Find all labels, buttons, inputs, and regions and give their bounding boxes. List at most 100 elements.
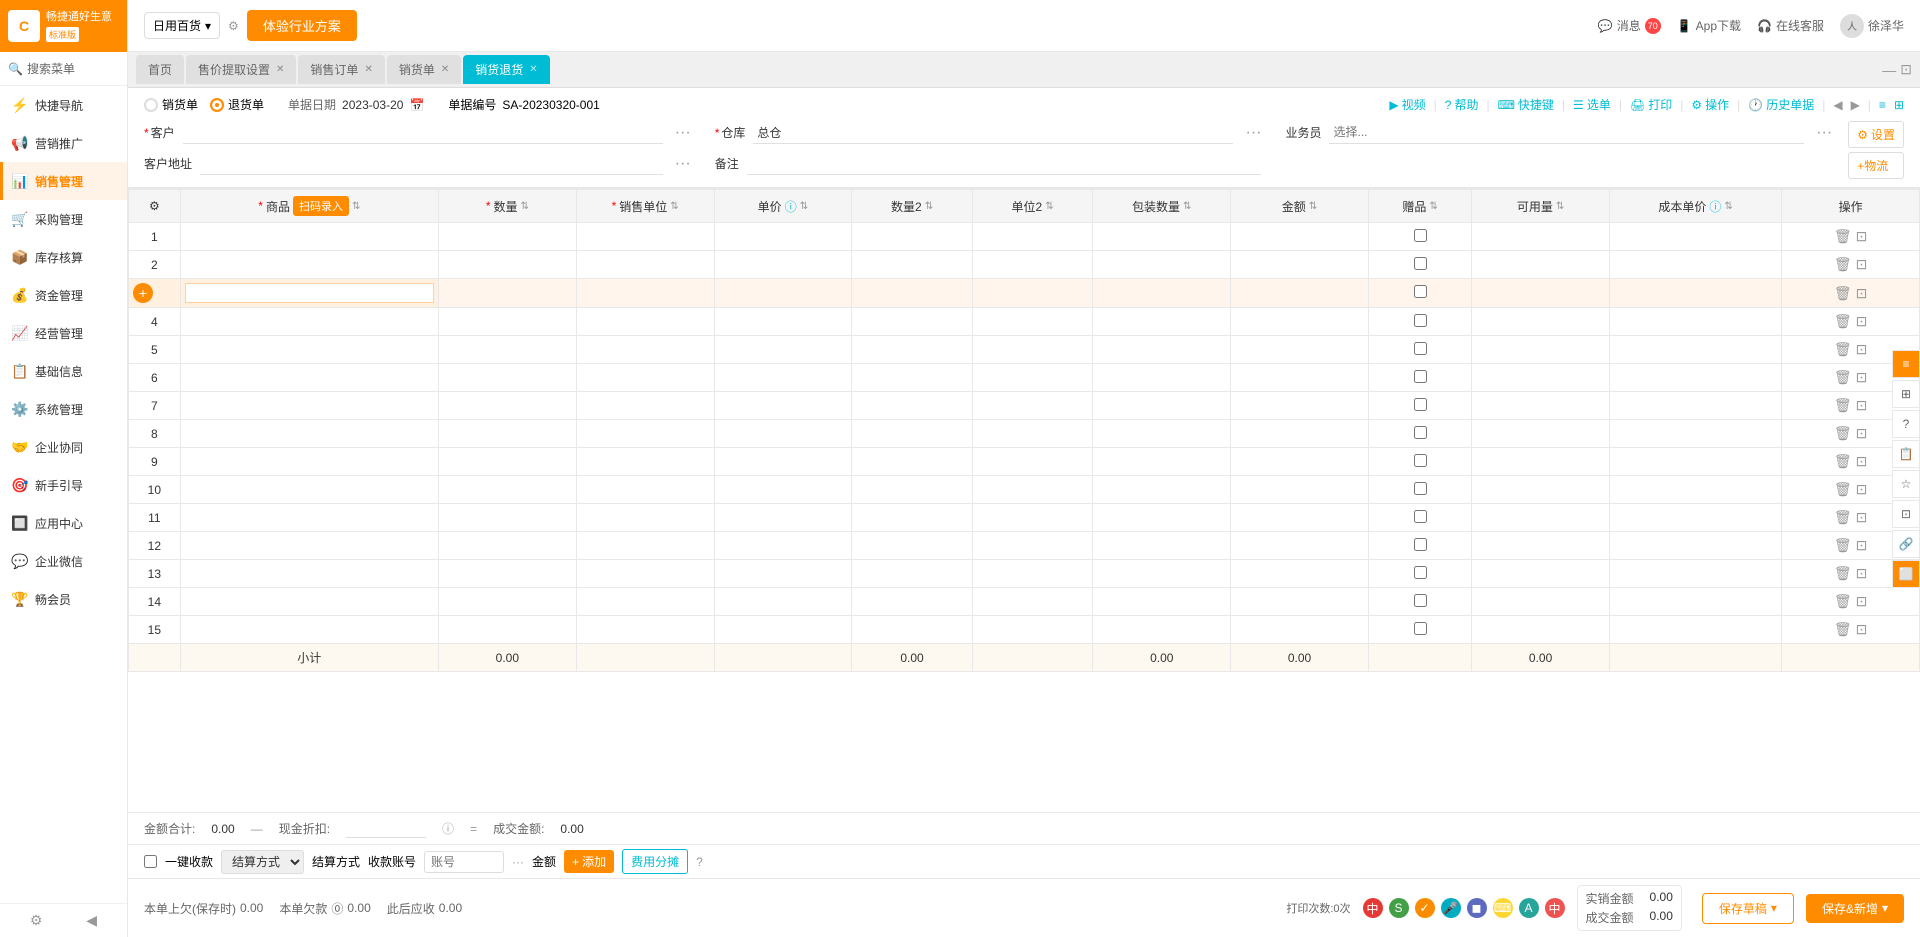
col-gear[interactable]: ⚙ (129, 190, 181, 223)
copy-row-icon[interactable]: ⊡ (1856, 285, 1868, 302)
save-new-button[interactable]: 保存&新增 ▾ (1806, 894, 1904, 923)
gift-checkbox[interactable] (1414, 257, 1427, 270)
settings-icon[interactable]: ⚙ (228, 19, 239, 33)
amount-cell[interactable] (1231, 251, 1369, 279)
action-history[interactable]: 🕐 历史单据 (1748, 96, 1814, 113)
product-cell[interactable] (180, 251, 438, 279)
warehouse-input[interactable] (753, 121, 1233, 144)
prev-record-icon[interactable]: ◀ (1833, 98, 1842, 112)
right-tool-favorite[interactable]: ☆ (1892, 470, 1920, 498)
sidebar-item-quick-nav[interactable]: ⚡ 快捷导航 (0, 86, 127, 124)
quantity-cell[interactable] (438, 223, 576, 251)
user-profile[interactable]: 人 徐泽华 (1840, 14, 1904, 38)
gift-checkbox[interactable] (1414, 426, 1427, 439)
gift-cell[interactable] (1368, 251, 1471, 279)
discount-info-icon[interactable]: ⓘ (442, 820, 454, 837)
copy-row-icon[interactable]: ⊡ (1856, 228, 1868, 245)
gift-checkbox[interactable] (1414, 398, 1427, 411)
unit2-cell-active[interactable] (972, 279, 1093, 308)
product-cell-active[interactable] (180, 279, 438, 308)
calculation-method-select[interactable]: 结算方式 (221, 850, 304, 874)
delete-row-icon[interactable]: 🗑 (1834, 481, 1852, 498)
sidebar-item-guide[interactable]: 🎯 新手引导 (0, 466, 127, 504)
warehouse-selector[interactable]: ··· (1245, 124, 1261, 142)
gift-checkbox[interactable] (1414, 538, 1427, 551)
action-help[interactable]: ? 帮助 (1445, 96, 1479, 113)
sidebar-item-app-center[interactable]: 🔲 应用中心 (0, 504, 127, 542)
sales-unit-cell-active[interactable] (576, 279, 714, 308)
cost-price-cell[interactable] (1609, 223, 1781, 251)
copy-row-icon[interactable]: ⊡ (1856, 593, 1868, 610)
right-tool-expand[interactable]: ⊡ (1892, 500, 1920, 528)
delete-row-icon[interactable]: 🗑 (1834, 369, 1852, 386)
sidebar-item-purchase[interactable]: 🛒 采购管理 (0, 200, 127, 238)
sidebar-item-inventory[interactable]: 📦 库存核算 (0, 238, 127, 276)
unit-price-cell-active[interactable] (714, 279, 852, 308)
sort-unit-price-icon[interactable]: ⇅ (800, 201, 808, 212)
tab-price-settings[interactable]: 售价提取设置 ✕ (186, 55, 296, 84)
sys-icon-7[interactable]: A (1519, 898, 1539, 918)
sort-quantity2-icon[interactable]: ⇅ (925, 201, 933, 212)
right-tool-table-view[interactable]: ≡ (1892, 350, 1920, 378)
copy-row-icon[interactable]: ⊡ (1856, 453, 1868, 470)
copy-row-icon[interactable]: ⊡ (1856, 313, 1868, 330)
delete-row-icon[interactable]: 🗑 (1834, 256, 1852, 273)
discount-input[interactable] (346, 819, 426, 838)
gift-checkbox[interactable] (1414, 622, 1427, 635)
sidebar-search[interactable]: 🔍 搜索菜单 (0, 52, 127, 86)
sales-unit-cell[interactable] (576, 223, 714, 251)
remark-input[interactable] (747, 152, 1262, 175)
quantity2-cell[interactable] (852, 251, 973, 279)
unit-price-info-icon[interactable]: ⓘ (785, 198, 797, 215)
action-select[interactable]: ☰ 选单 (1573, 96, 1611, 113)
sidebar-item-wechat[interactable]: 💬 企业微信 (0, 542, 127, 580)
delete-row-icon[interactable]: 🗑 (1834, 537, 1852, 554)
sidebar-item-member[interactable]: 🏆 畅会员 (0, 580, 127, 618)
sort-unit2-icon[interactable]: ⇅ (1045, 201, 1053, 212)
sidebar-item-enterprise[interactable]: 🤝 企业协同 (0, 428, 127, 466)
staff-input[interactable] (1329, 121, 1804, 144)
right-tool-help[interactable]: ? (1892, 410, 1920, 438)
gift-checkbox[interactable] (1414, 510, 1427, 523)
quantity2-cell-active[interactable] (852, 279, 973, 308)
sidebar-item-finance[interactable]: 💰 资金管理 (0, 276, 127, 314)
next-record-icon[interactable]: ▶ (1851, 98, 1860, 112)
package-qty-cell-active[interactable] (1093, 279, 1231, 308)
copy-row-icon[interactable]: ⊡ (1856, 341, 1868, 358)
save-draft-button[interactable]: 保存草稿 ▾ (1702, 893, 1794, 924)
sort-gift-icon[interactable]: ⇅ (1429, 201, 1437, 212)
sys-icon-3[interactable]: ✓ (1415, 898, 1435, 918)
collapse-sidebar-icon[interactable]: ◀ (86, 912, 97, 929)
gift-checkbox[interactable] (1414, 342, 1427, 355)
settings-bottom-icon[interactable]: ⚙ (30, 912, 43, 929)
radio-return[interactable]: 退货单 (210, 96, 264, 113)
address-input[interactable] (200, 152, 663, 175)
sort-cost-price-icon[interactable]: ⇅ (1724, 201, 1732, 212)
tab-home[interactable]: 首页 (136, 55, 184, 84)
tab-sales-order-close[interactable]: ✕ (364, 64, 372, 75)
copy-row-icon[interactable]: ⊡ (1856, 565, 1868, 582)
sidebar-item-basic-info[interactable]: 📋 基础信息 (0, 352, 127, 390)
delete-row-icon[interactable]: 🗑 (1834, 341, 1852, 358)
sales-unit-cell[interactable] (576, 251, 714, 279)
cost-price-cell[interactable] (1609, 251, 1781, 279)
add-row-button[interactable]: + (133, 283, 153, 303)
tab-price-settings-close[interactable]: ✕ (276, 64, 284, 75)
copy-row-icon[interactable]: ⊡ (1856, 481, 1868, 498)
sort-package-qty-icon[interactable]: ⇅ (1183, 201, 1191, 212)
cost-price-info-icon[interactable]: ⓘ (1709, 198, 1721, 215)
quantity-cell[interactable] (438, 251, 576, 279)
copy-row-icon[interactable]: ⊡ (1856, 425, 1868, 442)
unit-price-cell[interactable] (714, 223, 852, 251)
sys-icon-5[interactable]: ◼ (1467, 898, 1487, 918)
sidebar-item-sales[interactable]: 📊 销售管理 (0, 162, 127, 200)
tab-sales-return[interactable]: 销货退货 ✕ (463, 55, 549, 84)
gift-checkbox[interactable] (1414, 285, 1427, 298)
copy-row-icon[interactable]: ⊡ (1856, 621, 1868, 638)
gift-checkbox[interactable] (1414, 482, 1427, 495)
sort-product-icon[interactable]: ⇅ (352, 201, 360, 212)
gift-cell[interactable] (1368, 223, 1471, 251)
radio-sale[interactable]: 销货单 (144, 96, 198, 113)
table-view-icon[interactable]: ≡ (1879, 98, 1886, 112)
delete-row-icon[interactable]: 🗑 (1834, 593, 1852, 610)
